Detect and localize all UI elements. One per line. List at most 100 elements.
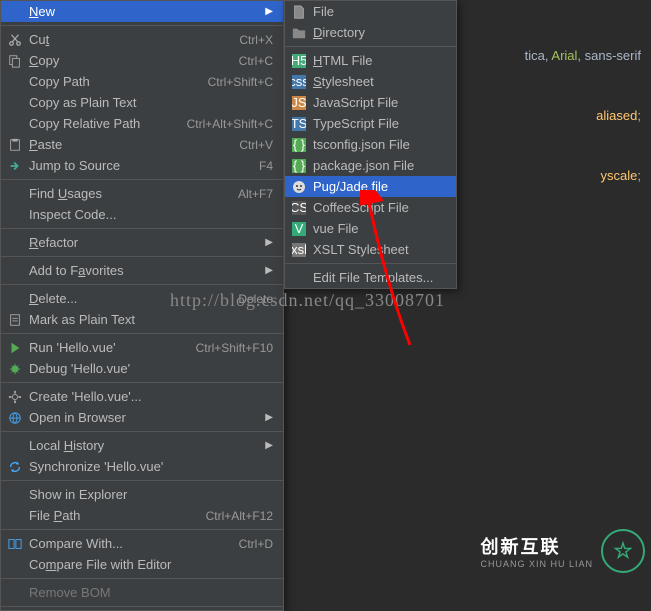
separator (1, 284, 283, 285)
separator (1, 256, 283, 257)
shortcut-label: Ctrl+D (239, 537, 273, 551)
menu-item-label: vue File (313, 221, 446, 236)
ctx-remove-bom: Remove BOM (1, 582, 283, 603)
new-ts-file[interactable]: TSTypeScript File (285, 113, 456, 134)
new-coffee[interactable]: CS CoffeeScript File (285, 197, 456, 218)
ctx-copy-path[interactable]: Copy PathCtrl+Shift+C (1, 71, 283, 92)
menu-item-label: Run 'Hello.vue' (29, 340, 196, 355)
blank-icon (291, 270, 307, 286)
shortcut-label: Delete (238, 292, 273, 306)
svg-text:xsl: xsl (292, 243, 306, 257)
ctx-file-path[interactable]: File PathCtrl+Alt+F12 (1, 505, 283, 526)
menu-item-label: Compare With... (29, 536, 239, 551)
new-pug[interactable]: Pug/Jade file (285, 176, 456, 197)
ctx-cut[interactable]: CutCtrl+X (1, 29, 283, 50)
new-tsconfig[interactable]: { } tsconfig.json File (285, 134, 456, 155)
separator (1, 228, 283, 229)
ctx-new[interactable]: New▶ (1, 1, 283, 22)
new-file[interactable]: File (285, 1, 456, 22)
shortcut-label: Ctrl+Shift+C (208, 75, 273, 89)
new-directory[interactable]: Directory (285, 22, 456, 43)
json-icon: { } (291, 137, 307, 153)
new-edit-tpl[interactable]: Edit File Templates... (285, 267, 456, 288)
shortcut-label: Ctrl+X (239, 33, 273, 47)
blank-icon (7, 4, 23, 20)
menu-item-label: Paste (29, 137, 239, 152)
file-icon (291, 4, 307, 20)
svg-text:JS: JS (292, 96, 306, 110)
ctx-delete[interactable]: Delete...Delete (1, 288, 283, 309)
ts-icon: TS (291, 116, 307, 132)
ctx-fav[interactable]: Add to Favorites▶ (1, 260, 283, 281)
ctx-compare-with[interactable]: Compare With...Ctrl+D (1, 533, 283, 554)
ctx-open-browser[interactable]: Open in Browser▶ (1, 407, 283, 428)
new-stylesheet[interactable]: css Stylesheet (285, 71, 456, 92)
new-submenu[interactable]: File Directory H5HTML File css Stylesheet JSJ… (284, 0, 457, 289)
scissors-icon (7, 32, 23, 48)
ctx-local-hist[interactable]: Local History▶ (1, 435, 283, 456)
ctx-copy[interactable]: CopyCtrl+C (1, 50, 283, 71)
ctx-inspect[interactable]: Inspect Code... (1, 204, 283, 225)
blank-icon (7, 235, 23, 251)
paste-icon (7, 137, 23, 153)
separator (1, 529, 283, 530)
menu-item-label: Edit File Templates... (313, 270, 446, 285)
ctx-sync[interactable]: Synchronize 'Hello.vue' (1, 456, 283, 477)
shortcut-label: Ctrl+Alt+Shift+C (187, 117, 273, 131)
sync-icon (7, 459, 23, 475)
ctx-refactor[interactable]: Refactor▶ (1, 232, 283, 253)
ctx-create-run[interactable]: Create 'Hello.vue'... (1, 386, 283, 407)
separator (1, 25, 283, 26)
js-icon: JS (291, 95, 307, 111)
pug-icon (291, 179, 307, 195)
blank-icon (7, 487, 23, 503)
context-menu[interactable]: New▶ CutCtrl+XCopyCtrl+CCopy PathCtrl+Shi… (0, 0, 284, 611)
submenu-arrow-icon: ▶ (265, 6, 273, 17)
blank-icon (7, 585, 23, 601)
blank-icon (7, 557, 23, 573)
new-package-json[interactable]: { }package.json File (285, 155, 456, 176)
shortcut-label: Ctrl+C (239, 54, 273, 68)
ctx-paste[interactable]: PasteCtrl+V (1, 134, 283, 155)
ctx-jump[interactable]: Jump to SourceF4 (1, 155, 283, 176)
copy-icon (7, 53, 23, 69)
ctx-copy-rel[interactable]: Copy Relative PathCtrl+Alt+Shift+C (1, 113, 283, 134)
svg-text:V: V (295, 222, 304, 236)
ctx-show-explorer[interactable]: Show in Explorer (1, 484, 283, 505)
svg-text:CS: CS (292, 201, 306, 215)
ctx-find-usages[interactable]: Find UsagesAlt+F7 (1, 183, 283, 204)
shortcut-label: F4 (259, 159, 273, 173)
ctx-copy-plain[interactable]: Copy as Plain Text (1, 92, 283, 113)
new-js-file[interactable]: JSJavaScript File (285, 92, 456, 113)
menu-item-label: CoffeeScript File (313, 200, 446, 215)
svg-text:TS: TS (292, 117, 306, 131)
ctx-run[interactable]: Run 'Hello.vue'Ctrl+Shift+F10 (1, 337, 283, 358)
menu-item-label: tsconfig.json File (313, 137, 446, 152)
new-vue[interactable]: Vvue File (285, 218, 456, 239)
svg-text:{ }: { } (293, 159, 306, 173)
menu-item-label: Directory (313, 25, 446, 40)
ctx-mark-plain[interactable]: Mark as Plain Text (1, 309, 283, 330)
menu-item-label: Refactor (29, 235, 265, 250)
ctx-debug[interactable]: Debug 'Hello.vue' (1, 358, 283, 379)
ctx-compare-editor[interactable]: Compare File with Editor (1, 554, 283, 575)
menu-item-label: Pug/Jade file (313, 179, 446, 194)
blank-icon (7, 291, 23, 307)
separator (1, 333, 283, 334)
new-html-file[interactable]: H5HTML File (285, 50, 456, 71)
run-icon (7, 340, 23, 356)
html-icon: H5 (291, 53, 307, 69)
new-xslt[interactable]: xsl XSLT Stylesheet (285, 239, 456, 260)
blank-icon (7, 116, 23, 132)
menu-item-label: XSLT Stylesheet (313, 242, 446, 257)
separator (1, 382, 283, 383)
shortcut-label: Ctrl+V (239, 138, 273, 152)
mark-icon (7, 312, 23, 328)
menu-item-label: Copy Relative Path (29, 116, 187, 131)
menu-item-label: Jump to Source (29, 158, 259, 173)
menu-item-label: Create 'Hello.vue'... (29, 389, 273, 404)
separator (1, 480, 283, 481)
menu-item-label: Stylesheet (313, 74, 446, 89)
css-icon: css (291, 74, 307, 90)
blank-icon (7, 263, 23, 279)
